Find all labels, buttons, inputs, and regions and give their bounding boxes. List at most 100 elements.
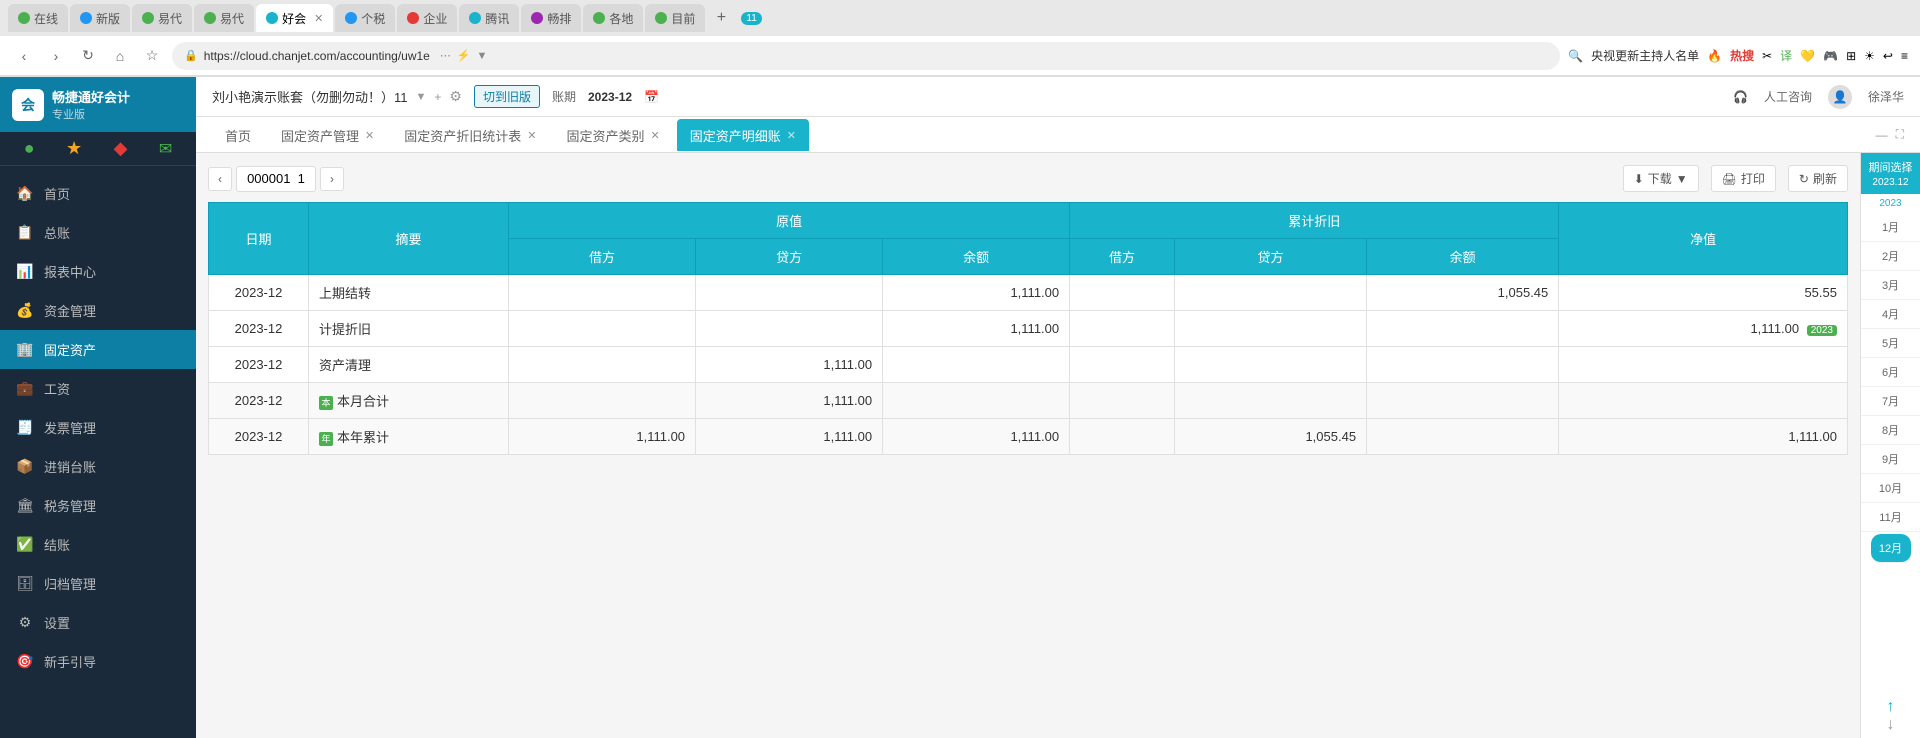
settings-small-icon[interactable]: ⚙ <box>449 88 462 105</box>
tab-fixed-assets-category[interactable]: 固定资产类别 ✕ <box>553 119 672 151</box>
panel-down-arrow[interactable]: ↓ <box>1887 716 1895 734</box>
translate-icon[interactable]: 译 <box>1780 47 1792 64</box>
purchase-sales-icon: 📦 <box>16 458 34 476</box>
browser-tab-yidai1[interactable]: 易代 <box>132 4 192 32</box>
human-service-label[interactable]: 人工咨询 <box>1764 88 1812 105</box>
sidebar-icon-star[interactable]: ★ <box>66 138 82 159</box>
subtotal-icon: 本 <box>319 396 333 410</box>
refresh-button[interactable]: ↻ 刷新 <box>1788 165 1848 192</box>
sidebar-icon-mail[interactable]: ✉ <box>159 139 172 159</box>
period-month-2[interactable]: 2月 <box>1861 242 1920 271</box>
browser-tab-tengxun[interactable]: 腾讯 <box>459 4 519 32</box>
period-month-8[interactable]: 8月 <box>1861 416 1920 445</box>
browser-tab-gedi[interactable]: 各地 <box>583 4 643 32</box>
new-tab-button[interactable]: + <box>707 4 735 32</box>
panel-header: 期间选择 2023.12 <box>1861 153 1920 194</box>
print-button[interactable]: 🖨 打印 <box>1711 165 1776 192</box>
browser-tab-new[interactable]: 新版 <box>70 4 130 32</box>
search-area[interactable]: 🔍 央视更新主持人名单 🔥 热搜 <box>1568 47 1754 64</box>
period-month-11[interactable]: 11月 <box>1861 503 1920 532</box>
bookmark-button[interactable]: ☆ <box>140 44 164 68</box>
back-button[interactable]: ‹ <box>12 44 36 68</box>
maximize-icon[interactable]: ⛶ <box>1896 127 1904 142</box>
next-page-button[interactable]: › <box>320 167 344 191</box>
minimize-icon[interactable]: — <box>1876 128 1888 142</box>
sidebar-item-invoice[interactable]: 🧾 发票管理 <box>0 408 196 447</box>
calendar-icon[interactable]: 📅 <box>644 90 659 104</box>
game-icon[interactable]: 🎮 <box>1823 49 1838 63</box>
period-month-9[interactable]: 9月 <box>1861 445 1920 474</box>
sidebar-item-tax[interactable]: 🏛 税务管理 <box>0 486 196 525</box>
period-month-6[interactable]: 6月 <box>1861 358 1920 387</box>
tab-fixed-assets-mgmt[interactable]: 固定资产管理 ✕ <box>268 119 387 151</box>
download-button[interactable]: ⬇ 下载 ▼ <box>1623 165 1699 192</box>
sidebar-item-closing[interactable]: ✅ 结账 <box>0 525 196 564</box>
period-month-5[interactable]: 5月 <box>1861 329 1920 358</box>
tab-fixed-assets-detail[interactable]: 固定资产明细账 ✕ <box>677 119 809 151</box>
cell-orig-balance <box>883 347 1070 383</box>
cell-summary: 计提折旧 <box>309 311 509 347</box>
period-month-3[interactable]: 3月 <box>1861 271 1920 300</box>
sidebar-item-purchase-sales[interactable]: 📦 进销台账 <box>0 447 196 486</box>
sidebar-icon-green[interactable]: ● <box>24 138 35 159</box>
tab-close-detail[interactable]: ✕ <box>787 129 796 142</box>
sidebar-item-funds[interactable]: 💰 资金管理 <box>0 291 196 330</box>
sun-icon[interactable]: ☀ <box>1864 49 1875 63</box>
sidebar-item-home[interactable]: 🏠 首页 <box>0 174 196 213</box>
browser-tab-geshui[interactable]: 个税 <box>335 4 395 32</box>
top-bar: 刘小艳演示账套（勿删勿动！）11 ▼ + ⚙ 切到旧版 账期 2023-12 📅… <box>196 77 1920 117</box>
tab-close-depr-stat[interactable]: ✕ <box>527 129 536 142</box>
browser-tab-qiye[interactable]: 企业 <box>397 4 457 32</box>
tab-home[interactable]: 首页 <box>212 119 264 151</box>
sidebar-icon-red[interactable]: ◆ <box>114 138 128 159</box>
browser-tab-online[interactable]: 在线 <box>8 4 68 32</box>
period-month-1[interactable]: 1月 <box>1861 213 1920 242</box>
content-area: ‹ › ⬇ 下载 ▼ 🖨 打印 <box>196 153 1920 738</box>
sidebar-nav: 🏠 首页 📋 总账 📊 报表中心 💰 资金管理 🏢 固定资产 💼 工资 <box>0 166 196 738</box>
sidebar-item-settings[interactable]: ⚙ 设置 <box>0 603 196 642</box>
menu-icon[interactable]: ≡ <box>1901 49 1908 63</box>
sidebar-header: 会 畅捷通好会计 专业版 <box>0 77 196 132</box>
scissors-icon[interactable]: ✂ <box>1762 49 1772 63</box>
sidebar-subtitle: 专业版 <box>52 106 130 122</box>
switch-version-button[interactable]: 切到旧版 <box>474 85 540 108</box>
browser-tab-muqian[interactable]: 目前 <box>645 4 705 32</box>
prev-page-button[interactable]: ‹ <box>208 167 232 191</box>
sidebar-item-reports[interactable]: 📊 报表中心 <box>0 252 196 291</box>
sidebar-item-archive[interactable]: 🗄 归档管理 <box>0 564 196 603</box>
tab-close-category[interactable]: ✕ <box>651 129 660 142</box>
period-year: 2023 <box>1861 194 1920 213</box>
dropdown-arrow[interactable]: ▼ <box>416 91 427 103</box>
period-month-10[interactable]: 10月 <box>1861 474 1920 503</box>
home-button[interactable]: ⌂ <box>108 44 132 68</box>
tab-close-haohui[interactable]: ✕ <box>314 12 323 25</box>
sidebar-item-fixed-assets[interactable]: 🏢 固定资产 <box>0 330 196 369</box>
period-month-7[interactable]: 7月 <box>1861 387 1920 416</box>
forward-button[interactable]: › <box>44 44 68 68</box>
sidebar-item-general-ledger[interactable]: 📋 总账 <box>0 213 196 252</box>
browser-tab-yidai2[interactable]: 易代 <box>194 4 254 32</box>
undo-icon[interactable]: ↩ <box>1883 49 1893 63</box>
tab-close-fixed-assets[interactable]: ✕ <box>365 129 374 142</box>
refresh-browser-button[interactable]: ↻ <box>76 44 100 68</box>
browser-tab-haohui[interactable]: 好会 ✕ <box>256 4 333 32</box>
sidebar-item-payroll[interactable]: 💼 工资 <box>0 369 196 408</box>
address-input[interactable]: 🔒 https://cloud.chanjet.com/accounting/u… <box>172 42 1560 70</box>
tab-fixed-assets-depr-stat[interactable]: 固定资产折旧统计表 ✕ <box>391 119 549 151</box>
period-month-4[interactable]: 4月 <box>1861 300 1920 329</box>
table-row: 2023-12 上期结转 1,111.00 1,055.45 55.55 <box>209 275 1848 311</box>
cell-net-value <box>1559 347 1848 383</box>
cell-summary: 年本年累计 <box>309 419 509 455</box>
panel-up-arrow[interactable]: ↑ <box>1887 698 1895 716</box>
print-icon: 🖨 <box>1722 172 1737 186</box>
add-button[interactable]: + <box>434 90 441 104</box>
wallet-icon[interactable]: 💛 <box>1800 49 1815 63</box>
period-month-12[interactable]: 12月 <box>1871 534 1911 563</box>
page-number-input[interactable] <box>236 166 316 192</box>
address-bar: ‹ › ↻ ⌂ ☆ 🔒 https://cloud.chanjet.com/ac… <box>0 36 1920 76</box>
grid-icon[interactable]: ⊞ <box>1846 49 1856 63</box>
cell-orig-balance <box>883 383 1070 419</box>
browser-tab-changpai[interactable]: 畅排 <box>521 4 581 32</box>
cell-orig-balance: 1,111.00 <box>883 275 1070 311</box>
sidebar-item-guide[interactable]: 🎯 新手引导 <box>0 642 196 681</box>
